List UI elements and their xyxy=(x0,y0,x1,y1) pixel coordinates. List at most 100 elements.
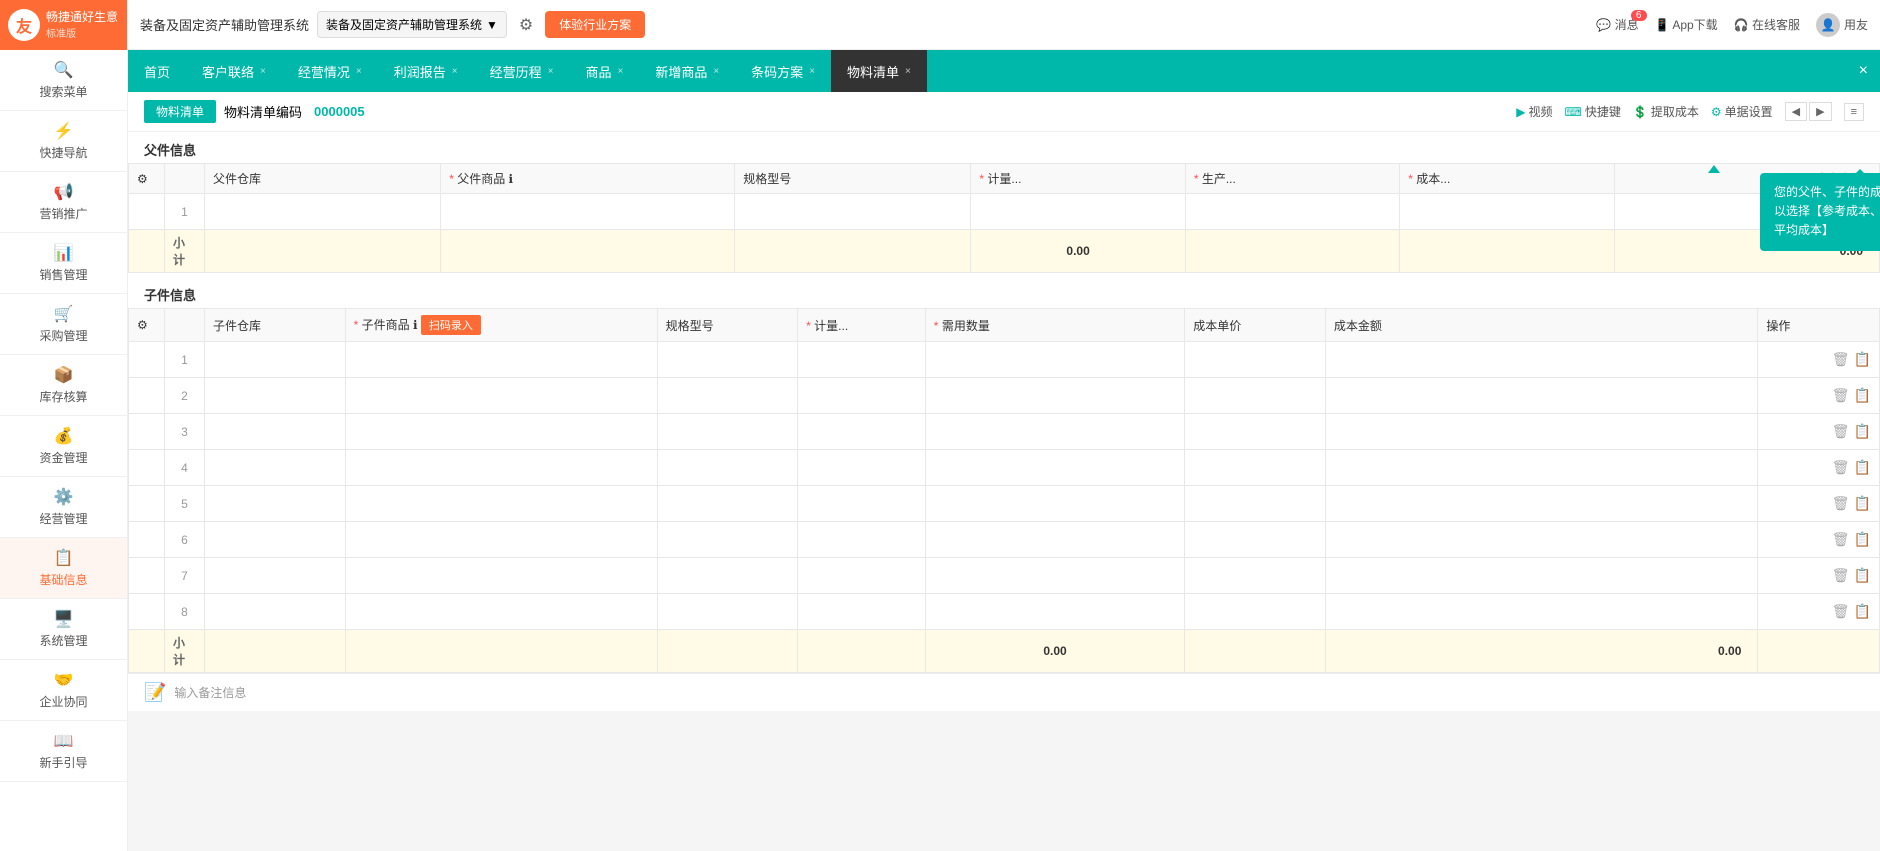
user-area[interactable]: 👤 用友 xyxy=(1816,13,1868,37)
sidebar-item-enterprise[interactable]: 🤝 企业协同 xyxy=(0,660,127,721)
extract-cost-button[interactable]: 💲 提取成本 xyxy=(1633,103,1699,120)
child-row6-spec[interactable] xyxy=(657,522,798,558)
parent-row1-spec[interactable] xyxy=(735,194,971,230)
child-row8-unit[interactable] xyxy=(798,594,926,630)
tab-goods[interactable]: 商品 × xyxy=(569,50,639,92)
child-row7-product[interactable] xyxy=(345,558,657,594)
sidebar-item-inventory[interactable]: 📦 库存核算 xyxy=(0,355,127,416)
child-row6-product[interactable] xyxy=(345,522,657,558)
tab-home[interactable]: 首页 xyxy=(128,50,186,92)
child-row4-warehouse[interactable] xyxy=(205,450,346,486)
child-row4-unit[interactable] xyxy=(798,450,926,486)
child-row2-warehouse[interactable] xyxy=(205,378,346,414)
child-row6-warehouse[interactable] xyxy=(205,522,346,558)
tab-close-biz-history[interactable]: × xyxy=(548,66,554,77)
sidebar-item-guide[interactable]: 📖 新手引导 xyxy=(0,721,127,782)
tab-close-profit[interactable]: × xyxy=(452,66,458,77)
child-row3-qty[interactable] xyxy=(925,414,1185,450)
child-row3-spec[interactable] xyxy=(657,414,798,450)
child-row7-qty[interactable] xyxy=(925,558,1185,594)
sidebar-item-finance[interactable]: 💰 资金管理 xyxy=(0,416,127,477)
close-all-tabs-button[interactable]: × xyxy=(1847,62,1880,80)
shortcut-button[interactable]: ⌨ 快捷键 xyxy=(1565,103,1621,120)
copy-icon[interactable]: 📋 xyxy=(1854,387,1871,404)
delete-icon[interactable]: 🗑 xyxy=(1832,459,1850,476)
child-row4-spec[interactable] xyxy=(657,450,798,486)
child-row8-spec[interactable] xyxy=(657,594,798,630)
sidebar-item-purchase[interactable]: 🛒 采购管理 xyxy=(0,294,127,355)
tab-close-barcode[interactable]: × xyxy=(809,66,815,77)
child-row2-qty[interactable] xyxy=(925,378,1185,414)
sidebar-item-basic-info[interactable]: 📋 基础信息 xyxy=(0,538,127,599)
child-row1-unit-cost[interactable] xyxy=(1185,342,1326,378)
child-row7-unit[interactable] xyxy=(798,558,926,594)
child-row6-unit-cost[interactable] xyxy=(1185,522,1326,558)
copy-icon[interactable]: 📋 xyxy=(1854,495,1871,512)
sidebar-item-system[interactable]: 🖥️ 系统管理 xyxy=(0,599,127,660)
child-row3-warehouse[interactable] xyxy=(205,414,346,450)
delete-icon[interactable]: 🗑 xyxy=(1832,351,1850,368)
parent-row1-unit[interactable] xyxy=(971,194,1185,230)
tab-close-bom[interactable]: × xyxy=(905,66,911,77)
tab-customers[interactable]: 客户联络 × xyxy=(186,50,282,92)
child-row5-unit-cost[interactable] xyxy=(1185,486,1326,522)
child-row7-spec[interactable] xyxy=(657,558,798,594)
child-row3-unit-cost[interactable] xyxy=(1185,414,1326,450)
online-service-button[interactable]: 🎧 在线客服 xyxy=(1734,16,1800,33)
tab-biz-history[interactable]: 经营历程 × xyxy=(474,50,570,92)
menu-button[interactable]: ≡ xyxy=(1844,103,1864,121)
child-row3-unit[interactable] xyxy=(798,414,926,450)
child-row4-qty[interactable] xyxy=(925,450,1185,486)
child-row4-unit-cost[interactable] xyxy=(1185,450,1326,486)
copy-icon[interactable]: 📋 xyxy=(1854,423,1871,440)
parent-col-gear[interactable]: ⚙ xyxy=(129,164,165,194)
child-col-gear[interactable]: ⚙ xyxy=(129,309,165,342)
tab-close-new-goods[interactable]: × xyxy=(713,66,719,77)
child-row5-qty[interactable] xyxy=(925,486,1185,522)
tab-new-goods[interactable]: 新增商品 × xyxy=(639,50,735,92)
child-row1-product[interactable] xyxy=(345,342,657,378)
copy-icon[interactable]: 📋 xyxy=(1854,603,1871,620)
trial-button[interactable]: 体验行业方案 xyxy=(545,11,645,38)
copy-icon[interactable]: 📋 xyxy=(1854,567,1871,584)
delete-icon[interactable]: 🗑 xyxy=(1832,603,1850,620)
child-row2-unit-cost[interactable] xyxy=(1185,378,1326,414)
child-row2-product[interactable] xyxy=(345,378,657,414)
sidebar-item-marketing[interactable]: 📢 营销推广 xyxy=(0,172,127,233)
child-row7-unit-cost[interactable] xyxy=(1185,558,1326,594)
child-row2-unit[interactable] xyxy=(798,378,926,414)
child-row2-spec[interactable] xyxy=(657,378,798,414)
app-download-button[interactable]: 📱 App下载 xyxy=(1655,16,1718,33)
tab-profit[interactable]: 利润报告 × xyxy=(378,50,474,92)
child-row6-qty[interactable] xyxy=(925,522,1185,558)
delete-icon[interactable]: 🗑 xyxy=(1832,423,1850,440)
child-row8-unit-cost[interactable] xyxy=(1185,594,1326,630)
sidebar-item-operations[interactable]: ⚙️ 经营管理 xyxy=(0,477,127,538)
view-button[interactable]: ▶ 视频 xyxy=(1516,103,1552,120)
child-row1-spec[interactable] xyxy=(657,342,798,378)
child-row8-product[interactable] xyxy=(345,594,657,630)
sidebar-item-search[interactable]: 🔍 搜索菜单 xyxy=(0,50,127,111)
child-row8-qty[interactable] xyxy=(925,594,1185,630)
tab-bom[interactable]: 物料清单 × xyxy=(831,50,927,92)
child-row1-unit[interactable] xyxy=(798,342,926,378)
child-row3-product[interactable] xyxy=(345,414,657,450)
parent-row1-cost[interactable] xyxy=(1400,194,1614,230)
single-settings-button[interactable]: ⚙ 单据设置 xyxy=(1711,103,1773,120)
sidebar-item-quick-nav[interactable]: ⚡ 快捷导航 xyxy=(0,111,127,172)
tab-close-customers[interactable]: × xyxy=(260,66,266,77)
child-row4-product[interactable] xyxy=(345,450,657,486)
delete-icon[interactable]: 🗑 xyxy=(1832,567,1850,584)
child-row1-warehouse[interactable] xyxy=(205,342,346,378)
child-row8-warehouse[interactable] xyxy=(205,594,346,630)
message-button[interactable]: 💬 6 消息 xyxy=(1596,16,1638,33)
child-row5-product[interactable] xyxy=(345,486,657,522)
sidebar-item-sales[interactable]: 📊 销售管理 xyxy=(0,233,127,294)
child-row7-warehouse[interactable] xyxy=(205,558,346,594)
next-arrow[interactable]: ▶ xyxy=(1809,102,1831,121)
copy-icon[interactable]: 📋 xyxy=(1854,459,1871,476)
child-row5-warehouse[interactable] xyxy=(205,486,346,522)
child-row1-qty[interactable] xyxy=(925,342,1185,378)
child-row5-spec[interactable] xyxy=(657,486,798,522)
parent-row1-product[interactable] xyxy=(441,194,735,230)
